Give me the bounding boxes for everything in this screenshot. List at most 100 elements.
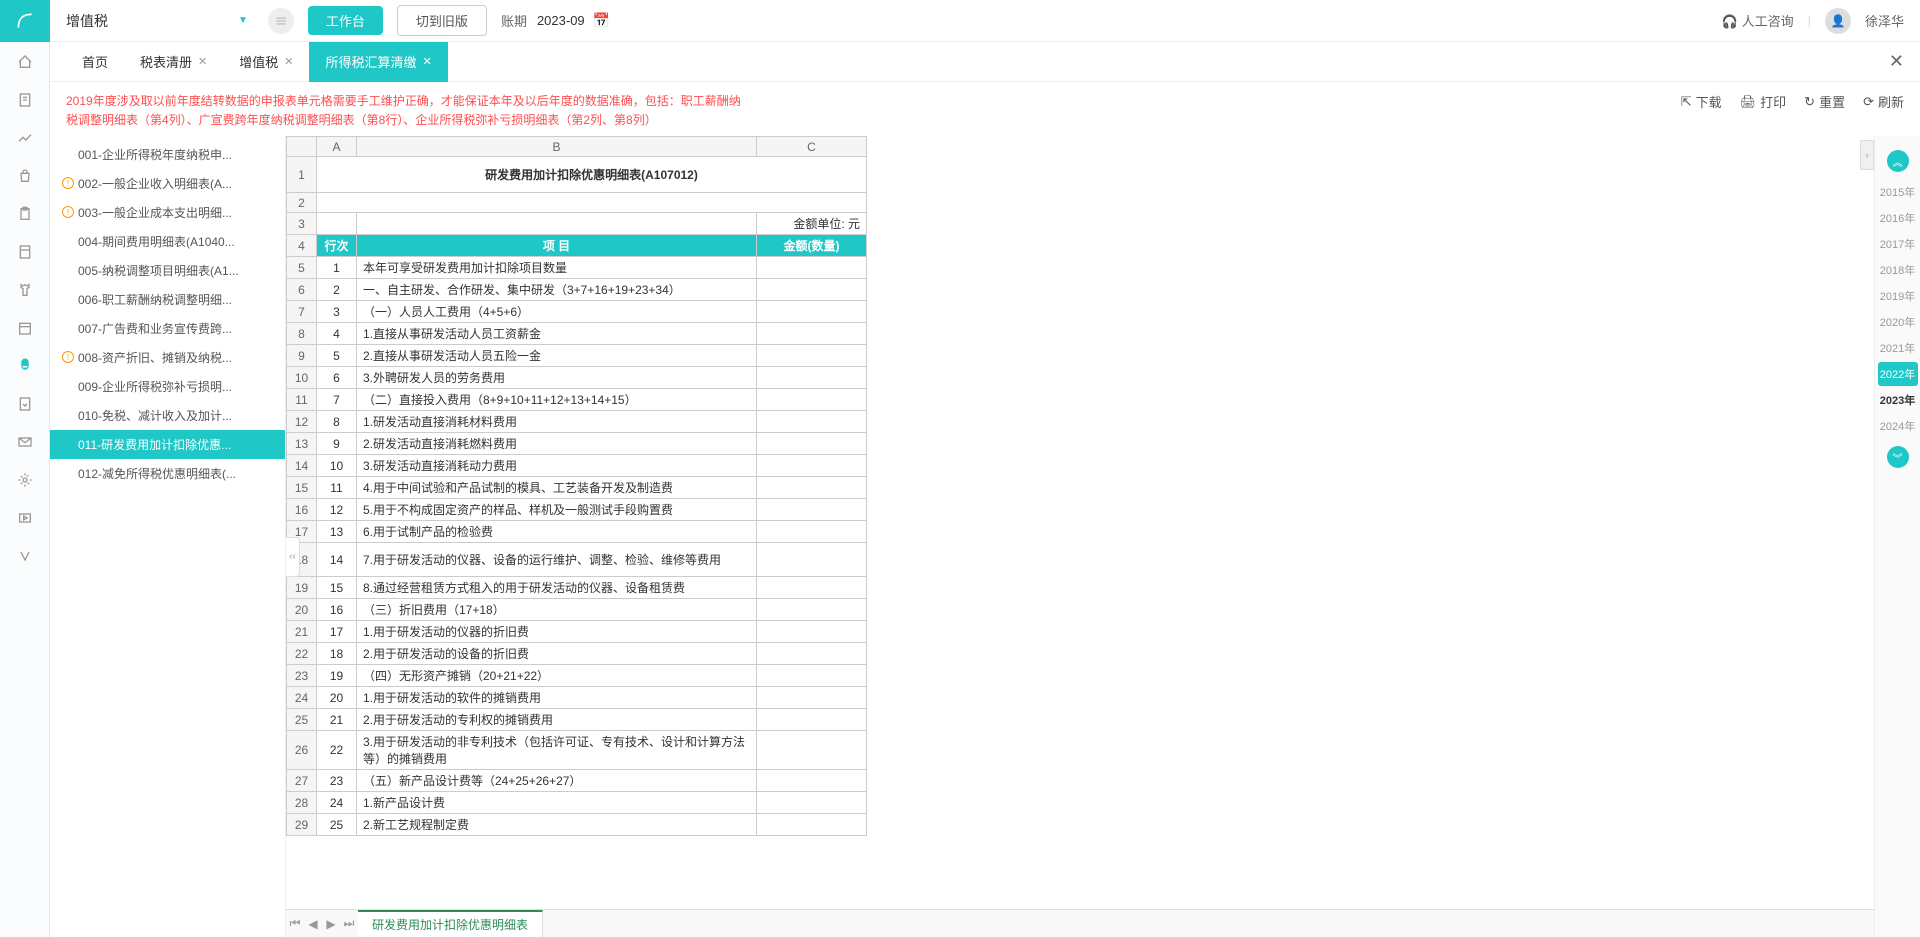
tab-close-icon[interactable]: ✕ — [423, 55, 432, 68]
sheet-first-button[interactable]: ⏮ — [286, 916, 304, 931]
row-value[interactable] — [757, 279, 867, 301]
sheet-last-button[interactable]: ⏭ — [340, 916, 358, 931]
year-2015年[interactable]: 2015年 — [1878, 180, 1918, 204]
nav-v-icon[interactable] — [0, 538, 50, 574]
tab-3[interactable]: 所得税汇算清缴✕ — [309, 42, 447, 82]
row-value[interactable] — [757, 345, 867, 367]
row-value[interactable] — [757, 301, 867, 323]
row-value[interactable] — [757, 770, 867, 792]
nav-video-icon[interactable] — [0, 500, 50, 536]
row-value[interactable] — [757, 731, 867, 770]
warn-icon: ! — [62, 177, 74, 189]
nav-chart-icon[interactable] — [0, 120, 50, 156]
calendar-icon[interactable]: 📅 — [593, 12, 610, 29]
row-value[interactable] — [757, 367, 867, 389]
row-value[interactable] — [757, 621, 867, 643]
tree-item-9[interactable]: 010-免税、减计收入及加计... — [50, 401, 285, 430]
year-2021年[interactable]: 2021年 — [1878, 336, 1918, 360]
close-all-tabs-button[interactable]: ✕ — [1889, 51, 1904, 72]
row-value[interactable] — [757, 455, 867, 477]
tree-item-5[interactable]: 006-职工薪酬纳税调整明细... — [50, 285, 285, 314]
sheet-tab[interactable]: 研发费用加计扣除优惠明细表 — [358, 910, 543, 937]
row-value[interactable] — [757, 543, 867, 577]
year-2019年[interactable]: 2019年 — [1878, 284, 1918, 308]
tree-item-1[interactable]: !002-一般企业收入明细表(A... — [50, 169, 285, 198]
row-value[interactable] — [757, 792, 867, 814]
support-link[interactable]: 🎧 人工咨询 — [1722, 11, 1794, 30]
tab-close-icon[interactable]: ✕ — [284, 55, 293, 68]
tax-type-dropdown[interactable]: 增值税 ▼ — [66, 11, 248, 31]
nav-clipboard-icon[interactable] — [0, 196, 50, 232]
refresh-button[interactable]: ⟳ 刷新 — [1863, 92, 1904, 111]
row-number: 24 — [317, 792, 357, 814]
nav-mail-icon[interactable] — [0, 424, 50, 460]
row-number: 18 — [317, 643, 357, 665]
horizontal-scrollbar[interactable] — [583, 918, 1834, 930]
tree-item-6[interactable]: 007-广告费和业务宣传费跨... — [50, 314, 285, 343]
row-value[interactable] — [757, 599, 867, 621]
year-2022年[interactable]: 2022年 — [1878, 362, 1918, 386]
row-value[interactable] — [757, 323, 867, 345]
tree-item-11[interactable]: 012-减免所得税优惠明细表(... — [50, 459, 285, 488]
row-value[interactable] — [757, 257, 867, 279]
col-header-item: 项 目 — [357, 235, 757, 257]
row-value[interactable] — [757, 389, 867, 411]
tab-close-icon[interactable]: ✕ — [198, 55, 207, 68]
tree-item-0[interactable]: 001-企业所得税年度纳税申... — [50, 140, 285, 169]
row-value[interactable] — [757, 814, 867, 836]
tree-item-8[interactable]: 009-企业所得税弥补亏损明... — [50, 372, 285, 401]
print-button[interactable]: 🖨 打印 — [1740, 92, 1787, 111]
year-up-button[interactable]: ︽ — [1887, 150, 1909, 172]
year-2024年[interactable]: 2024年 — [1878, 414, 1918, 438]
nav-calendar-icon[interactable] — [0, 310, 50, 346]
tree-item-7[interactable]: !008-资产折旧、摊销及纳税... — [50, 343, 285, 372]
nav-calc-icon[interactable] — [0, 234, 50, 270]
tree-item-3[interactable]: 004-期间费用明细表(A1040... — [50, 227, 285, 256]
row-value[interactable] — [757, 577, 867, 599]
user-avatar[interactable]: 👤 — [1825, 8, 1851, 34]
workspace-button[interactable]: 工作台 — [308, 6, 383, 35]
switch-old-button[interactable]: 切到旧版 — [397, 5, 487, 36]
row-value[interactable] — [757, 521, 867, 543]
row-desc: （二）直接投入费用（8+9+10+11+12+13+14+15） — [357, 389, 757, 411]
warn-icon: ! — [62, 206, 74, 218]
year-selector: ︽ 2015年2016年2017年2018年2019年2020年2021年2022… — [1874, 136, 1920, 937]
nav-home-icon[interactable] — [0, 44, 50, 80]
nav-doc-icon[interactable] — [0, 82, 50, 118]
row-desc: 2.直接从事研发活动人员五险一金 — [357, 345, 757, 367]
spreadsheet-area[interactable]: ABC1研发费用加计扣除优惠明细表(A107012)23金额单位: 元4行次项 … — [286, 136, 1874, 909]
row-desc: 2.用于研发活动的设备的折旧费 — [357, 643, 757, 665]
nav-settings-icon[interactable] — [0, 462, 50, 498]
tab-1[interactable]: 税表清册✕ — [124, 42, 223, 82]
year-2020年[interactable]: 2020年 — [1878, 310, 1918, 334]
menu-toggle-button[interactable] — [268, 8, 294, 34]
sheet-next-button[interactable]: ▶ — [322, 917, 340, 931]
collapse-tree-button[interactable]: ‹‹ — [286, 537, 300, 577]
tab-0[interactable]: 首页 — [66, 42, 124, 82]
sheet-prev-button[interactable]: ◀ — [304, 917, 322, 931]
year-2016年[interactable]: 2016年 — [1878, 206, 1918, 230]
row-value[interactable] — [757, 643, 867, 665]
tree-item-10[interactable]: 011-研发费用加计扣除优惠... — [50, 430, 285, 459]
year-down-button[interactable]: ︾ — [1887, 446, 1909, 468]
year-2018年[interactable]: 2018年 — [1878, 258, 1918, 282]
row-value[interactable] — [757, 433, 867, 455]
tab-2[interactable]: 增值税✕ — [223, 42, 309, 82]
row-value[interactable] — [757, 709, 867, 731]
nav-export-icon[interactable] — [0, 386, 50, 422]
row-value[interactable] — [757, 411, 867, 433]
year-2017年[interactable]: 2017年 — [1878, 232, 1918, 256]
nav-hand-icon[interactable] — [0, 348, 50, 384]
tree-item-2[interactable]: !003-一般企业成本支出明细... — [50, 198, 285, 227]
year-2023年[interactable]: 2023年 — [1878, 388, 1918, 412]
nav-bag-icon[interactable] — [0, 158, 50, 194]
row-value[interactable] — [757, 665, 867, 687]
row-desc: 7.用于研发活动的仪器、设备的运行维护、调整、检验、维修等费用 — [357, 543, 757, 577]
download-button[interactable]: ⇱ 下载 — [1681, 92, 1722, 111]
row-value[interactable] — [757, 499, 867, 521]
nav-shirt-icon[interactable] — [0, 272, 50, 308]
tree-item-4[interactable]: 005-纳税调整项目明细表(A1... — [50, 256, 285, 285]
row-value[interactable] — [757, 687, 867, 709]
reset-button[interactable]: ↻ 重置 — [1804, 92, 1845, 111]
row-value[interactable] — [757, 477, 867, 499]
